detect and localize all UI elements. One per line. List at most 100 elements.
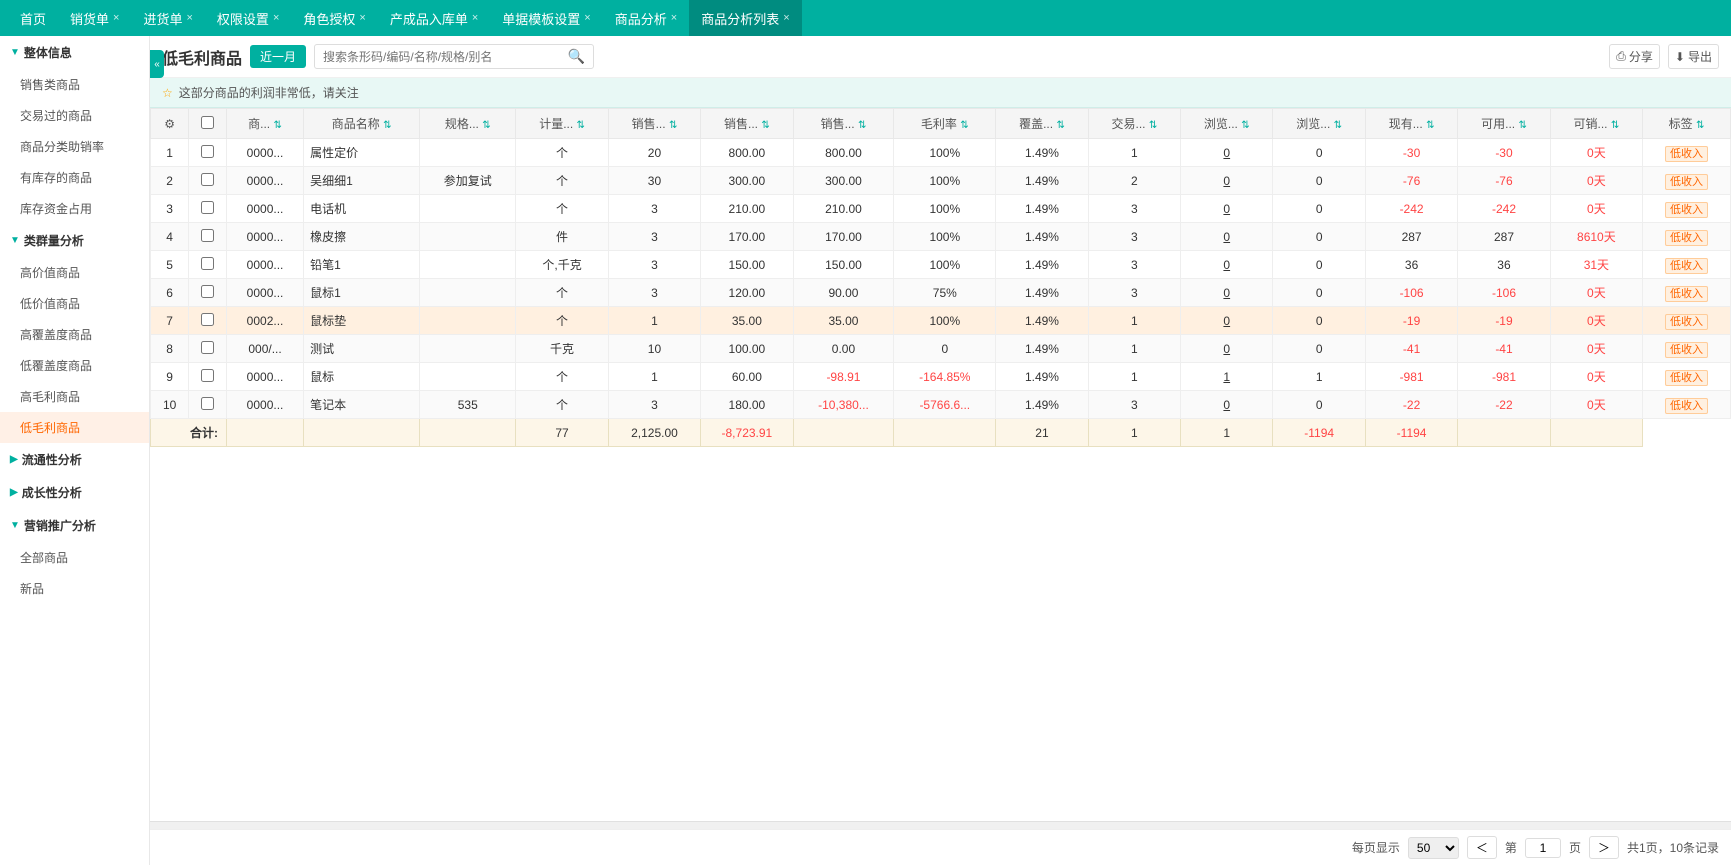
nav-product-close[interactable]: × bbox=[671, 12, 677, 24]
row-browse1[interactable]: 0 bbox=[1181, 307, 1273, 335]
nav-home[interactable]: 首页 bbox=[8, 0, 58, 36]
nav-product-analysis[interactable]: 商品分析 × bbox=[603, 0, 689, 36]
sidebar-item-category-rate[interactable]: 商品分类助销率 bbox=[0, 131, 149, 162]
sort-available-icon[interactable]: ⇅ bbox=[1518, 120, 1526, 131]
export-button[interactable]: ⬇ 导出 bbox=[1668, 44, 1719, 69]
sidebar-item-sales-products[interactable]: 销售类商品 bbox=[0, 69, 149, 100]
row-checkbox[interactable] bbox=[189, 139, 227, 167]
sidebar-item-in-stock[interactable]: 有库存的商品 bbox=[0, 162, 149, 193]
row-name[interactable]: 笔记本 bbox=[304, 391, 420, 419]
nav-finished-close[interactable]: × bbox=[472, 12, 478, 24]
row-select-checkbox[interactable] bbox=[201, 369, 214, 382]
sidebar-item-high-coverage[interactable]: 高覆盖度商品 bbox=[0, 319, 149, 350]
row-select-checkbox[interactable] bbox=[201, 313, 214, 326]
sidebar-item-low-profit[interactable]: 低毛利商品 bbox=[0, 412, 149, 443]
nav-template[interactable]: 单据模板设置 × bbox=[490, 0, 602, 36]
sidebar-collapse-btn[interactable]: « bbox=[150, 50, 164, 78]
sort-tx-icon[interactable]: ⇅ bbox=[1149, 120, 1157, 131]
search-input[interactable] bbox=[323, 50, 568, 64]
page-number-input[interactable] bbox=[1525, 838, 1561, 858]
row-checkbox[interactable] bbox=[189, 279, 227, 307]
sort-browse2-icon[interactable]: ⇅ bbox=[1334, 120, 1342, 131]
sort-unit-icon[interactable]: ⇅ bbox=[577, 120, 585, 131]
sidebar-item-low-coverage[interactable]: 低覆盖度商品 bbox=[0, 350, 149, 381]
row-name[interactable]: 鼠标1 bbox=[304, 279, 420, 307]
row-name[interactable]: 铅笔1 bbox=[304, 251, 420, 279]
per-page-select[interactable]: 50 100 200 bbox=[1408, 837, 1459, 859]
row-browse1[interactable]: 0 bbox=[1181, 391, 1273, 419]
row-browse1[interactable]: 0 bbox=[1181, 279, 1273, 307]
nav-finished-goods[interactable]: 产成品入库单 × bbox=[378, 0, 490, 36]
sidebar-group-cluster[interactable]: ▼ 类群量分析 bbox=[0, 224, 149, 257]
row-select-checkbox[interactable] bbox=[201, 285, 214, 298]
sort-amount-icon[interactable]: ⇅ bbox=[761, 120, 769, 131]
prev-page-btn[interactable]: ＜ bbox=[1467, 836, 1497, 859]
sort-coverage-icon[interactable]: ⇅ bbox=[1056, 120, 1064, 131]
sidebar-item-new-products[interactable]: 新品 bbox=[0, 573, 149, 604]
sort-tag-icon[interactable]: ⇅ bbox=[1696, 120, 1704, 131]
sort-spec-icon[interactable]: ⇅ bbox=[482, 120, 490, 131]
nav-purchase[interactable]: 进货单 × bbox=[131, 0, 204, 36]
select-all-checkbox[interactable] bbox=[201, 116, 214, 129]
col-settings[interactable]: ⚙ bbox=[151, 109, 189, 139]
sort-rate-icon[interactable]: ⇅ bbox=[960, 120, 968, 131]
row-checkbox[interactable] bbox=[189, 335, 227, 363]
row-select-checkbox[interactable] bbox=[201, 341, 214, 354]
sidebar-group-liquidity[interactable]: ▶ 流通性分析 bbox=[0, 443, 149, 476]
sidebar-item-low-value[interactable]: 低价值商品 bbox=[0, 288, 149, 319]
nav-role-close[interactable]: × bbox=[359, 12, 365, 24]
row-browse1[interactable]: 0 bbox=[1181, 335, 1273, 363]
sort-browse1-icon[interactable]: ⇅ bbox=[1241, 120, 1249, 131]
row-checkbox[interactable] bbox=[189, 307, 227, 335]
row-browse1[interactable]: 0 bbox=[1181, 195, 1273, 223]
sidebar-item-inventory-capital[interactable]: 库存资金占用 bbox=[0, 193, 149, 224]
row-select-checkbox[interactable] bbox=[201, 173, 214, 186]
sidebar-item-high-value[interactable]: 高价值商品 bbox=[0, 257, 149, 288]
row-name[interactable]: 测试 bbox=[304, 335, 420, 363]
row-name[interactable]: 电话机 bbox=[304, 195, 420, 223]
row-name[interactable]: 吴细细1 bbox=[304, 167, 420, 195]
table-container[interactable]: ⚙ 商... ⇅ 商品名称 ⇅ 规格... ⇅ 计量... ⇅ 销售... ⇅ … bbox=[150, 108, 1731, 821]
row-select-checkbox[interactable] bbox=[201, 257, 214, 270]
row-select-checkbox[interactable] bbox=[201, 229, 214, 242]
horizontal-scrollbar[interactable] bbox=[150, 821, 1731, 829]
row-checkbox[interactable] bbox=[189, 251, 227, 279]
row-select-checkbox[interactable] bbox=[201, 145, 214, 158]
row-name[interactable]: 橡皮擦 bbox=[304, 223, 420, 251]
row-browse1[interactable]: 0 bbox=[1181, 139, 1273, 167]
sidebar-group-marketing[interactable]: ▼ 营销推广分析 bbox=[0, 509, 149, 542]
nav-template-close[interactable]: × bbox=[584, 12, 590, 24]
sidebar-group-overview[interactable]: ▼ 整体信息 bbox=[0, 36, 149, 69]
row-checkbox[interactable] bbox=[189, 223, 227, 251]
sort-qty-icon[interactable]: ⇅ bbox=[669, 120, 677, 131]
row-browse1[interactable]: 1 bbox=[1181, 363, 1273, 391]
share-button[interactable]: ⎙ 分享 bbox=[1609, 44, 1660, 69]
nav-permission[interactable]: 权限设置 × bbox=[205, 0, 291, 36]
sidebar-item-high-profit[interactable]: 高毛利商品 bbox=[0, 381, 149, 412]
filter-period-button[interactable]: 近一月 bbox=[250, 45, 306, 68]
nav-permission-close[interactable]: × bbox=[273, 12, 279, 24]
row-checkbox[interactable] bbox=[189, 391, 227, 419]
row-browse1[interactable]: 0 bbox=[1181, 167, 1273, 195]
row-browse1[interactable]: 0 bbox=[1181, 251, 1273, 279]
row-checkbox[interactable] bbox=[189, 363, 227, 391]
row-name[interactable]: 鼠标 bbox=[304, 363, 420, 391]
sort-code-icon[interactable]: ⇅ bbox=[274, 120, 282, 131]
sidebar-group-growth[interactable]: ▶ 成长性分析 bbox=[0, 476, 149, 509]
settings-icon[interactable]: ⚙ bbox=[164, 117, 175, 131]
sidebar-item-traded-products[interactable]: 交易过的商品 bbox=[0, 100, 149, 131]
sidebar-item-all-products[interactable]: 全部商品 bbox=[0, 542, 149, 573]
search-icon[interactable]: 🔍 bbox=[568, 48, 585, 65]
nav-role[interactable]: 角色授权 × bbox=[291, 0, 377, 36]
row-checkbox[interactable] bbox=[189, 167, 227, 195]
nav-sales[interactable]: 销货单 × bbox=[58, 0, 131, 36]
row-browse1[interactable]: 0 bbox=[1181, 223, 1273, 251]
row-checkbox[interactable] bbox=[189, 195, 227, 223]
row-select-checkbox[interactable] bbox=[201, 201, 214, 214]
nav-product-analysis-list[interactable]: 商品分析列表 × bbox=[689, 0, 801, 36]
sort-current-icon[interactable]: ⇅ bbox=[1426, 120, 1434, 131]
sort-saleable-icon[interactable]: ⇅ bbox=[1611, 120, 1619, 131]
sort-name-icon[interactable]: ⇅ bbox=[383, 120, 391, 131]
row-select-checkbox[interactable] bbox=[201, 397, 214, 410]
nav-list-close[interactable]: × bbox=[783, 12, 789, 24]
